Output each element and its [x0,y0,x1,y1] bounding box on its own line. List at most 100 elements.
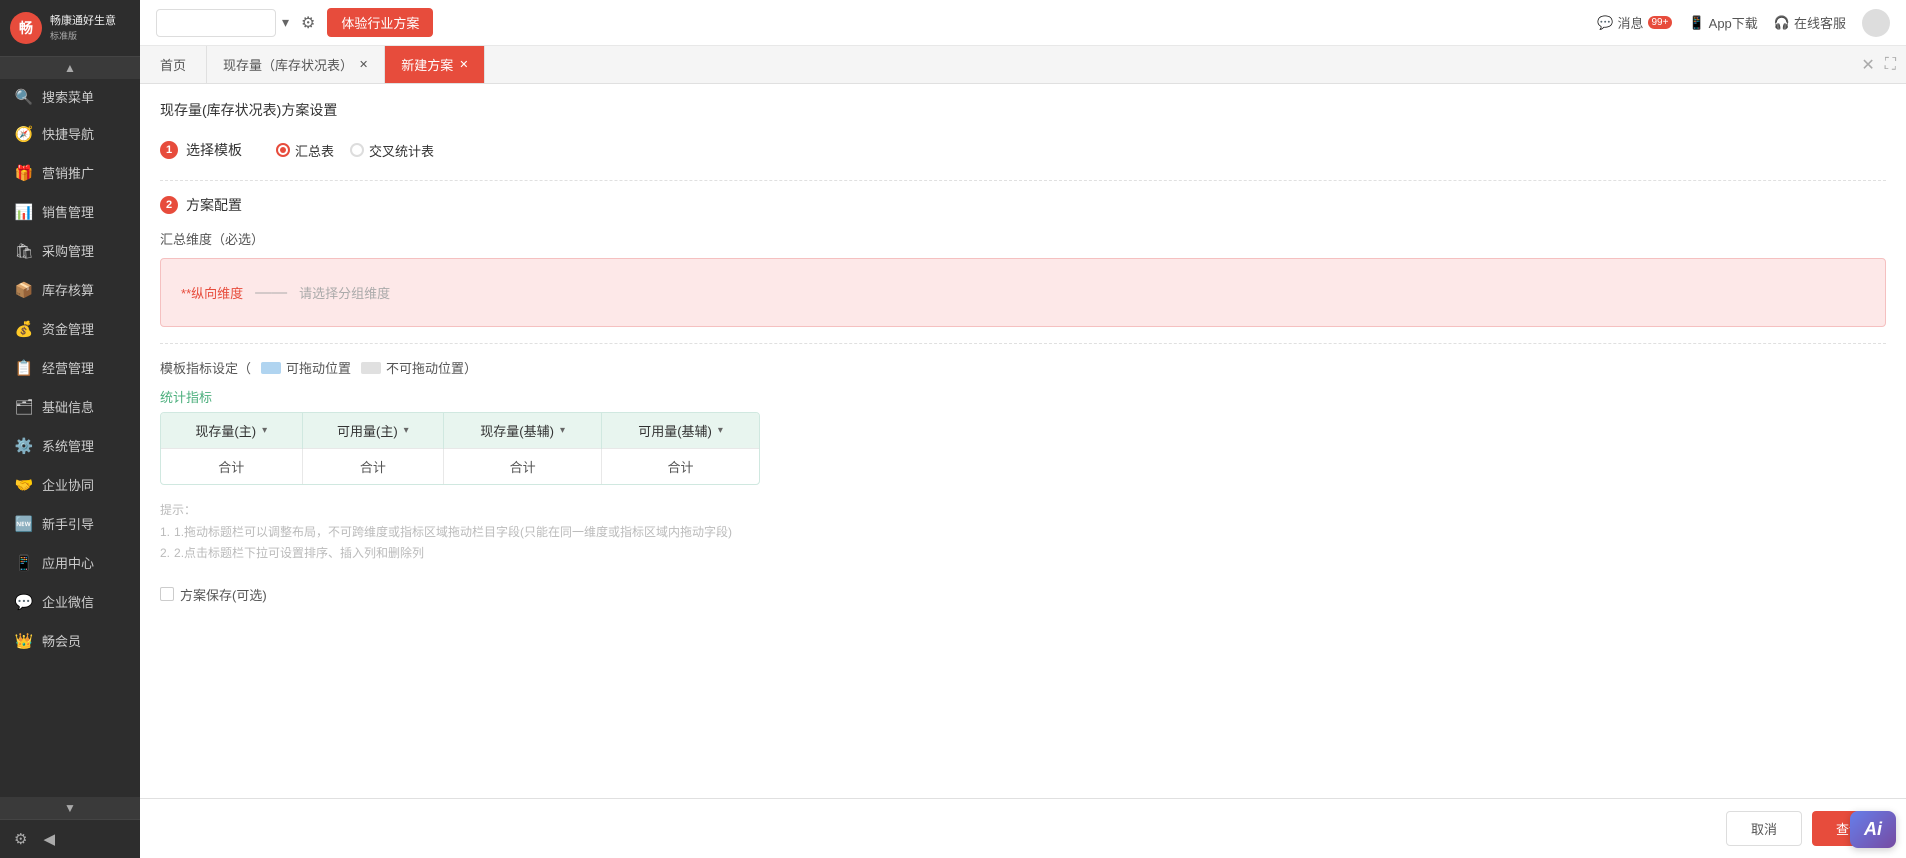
sidebar-item-system[interactable]: ⚙️ 系统管理 [0,426,140,465]
col-header-1[interactable]: 可用量(主) ▾ [302,413,444,449]
sidebar-item-wechat[interactable]: 💬 企业微信 [0,582,140,621]
panel-close-btn[interactable]: ✕ [1861,55,1874,75]
bottom-bar: 取消 查询 [140,798,1906,858]
header-dropdown-btn[interactable]: ▾ [282,14,289,31]
tab-new-plan[interactable]: 新建方案 ✕ [385,46,485,83]
sidebar-item-search[interactable]: 🔍 搜索菜单 [0,79,140,114]
legend-not-draggable-label: 不可拖动位置） [386,358,477,377]
legend-not-draggable: 不可拖动位置） [361,358,477,377]
sidebar-item-label: 快捷导航 [42,124,94,143]
sidebar-item-label: 营销推广 [42,163,94,182]
header-search-input[interactable] [156,9,276,37]
cell-0-1: 合计 [302,449,444,485]
sidebar-item-shortcut[interactable]: 🧭 快捷导航 [0,114,140,153]
save-checkbox[interactable] [160,587,174,601]
header-gear-btn[interactable]: ⚙ [301,13,315,33]
radio-cross-label: 交叉统计表 [369,141,434,160]
sidebar-item-label: 采购管理 [42,241,94,260]
table-row: 合计 合计 合计 合计 [161,449,759,485]
dimension-box[interactable]: **纵向维度 —— 请选择分组维度 [160,258,1886,327]
finance-icon: 💰 [14,320,34,338]
radio-summary[interactable]: 汇总表 [276,141,334,160]
shortcut-icon: 🧭 [14,125,34,143]
trial-btn[interactable]: 体验行业方案 [327,8,433,37]
main-area: ▾ ⚙ 体验行业方案 💬 消息 99+ 📱 App下载 🎧 在线客服 首页 [140,0,1906,858]
dimension-text: *纵向维度 [186,286,243,301]
section2-title: 方案配置 [186,195,242,215]
sidebar-item-enterprise[interactable]: 🤝 企业协同 [0,465,140,504]
tab-home[interactable]: 首页 [140,46,207,83]
legend-draggable: 可拖动位置 [261,358,351,377]
radio-cross[interactable]: 交叉统计表 [350,141,434,160]
stats-table-wrapper: 现存量(主) ▾ 可用量(主) ▾ [160,412,760,485]
dimension-placeholder: 请选择分组维度 [299,283,390,302]
cell-0-3: 合计 [602,449,759,485]
section-choose-template: 1 选择模板 汇总表 交叉统计表 [160,140,1886,160]
dimension-dash: —— [255,284,287,302]
col-dropdown-3[interactable]: ▾ [718,425,723,436]
inventory-icon: 📦 [14,281,34,299]
cancel-button[interactable]: 取消 [1726,811,1802,846]
radio-summary-circle [276,143,290,157]
sidebar-item-finance[interactable]: 💰 资金管理 [0,309,140,348]
avatar[interactable] [1862,9,1890,37]
stats-table-title: 统计指标 [160,387,1886,406]
sidebar-item-apps[interactable]: 📱 应用中心 [0,543,140,582]
col-label-3: 可用量(基辅) [638,421,712,440]
collapse-icon[interactable]: ◀ [43,830,55,848]
tab-new-plan-close[interactable]: ✕ [459,58,468,71]
search-icon: 🔍 [14,88,34,106]
msg-icon: 💬 [1597,15,1613,31]
vip-icon: 👑 [14,632,34,650]
panel-expand-btn[interactable]: ⛶ [1885,56,1896,74]
header-right: 💬 消息 99+ 📱 App下载 🎧 在线客服 [1597,9,1890,37]
online-support-label: 在线客服 [1794,13,1846,32]
tab-inventory-status[interactable]: 现存量（库存状况表） ✕ [207,46,385,83]
col-header-3[interactable]: 可用量(基辅) ▾ [602,413,759,449]
online-support-btn[interactable]: 🎧 在线客服 [1774,13,1846,32]
ai-badge[interactable]: Ai [1850,811,1896,848]
hint-section: 提示： 1.1.拖动标题栏可以调整布局，不可跨维度或指标区域拖动栏目字段(只能在… [160,500,1886,565]
indicator-settings-prefix: 模板指标设定（ [160,358,251,377]
app-download-btn[interactable]: 📱 App下载 [1688,13,1757,32]
system-icon: ⚙️ [14,437,34,455]
tab-bar: 首页 现存量（库存状况表） ✕ 新建方案 ✕ ✕ ⛶ [140,46,1906,84]
radio-cross-circle [350,143,364,157]
settings-icon[interactable]: ⚙ [14,830,27,848]
sidebar-item-marketing[interactable]: 🎁 营销推广 [0,153,140,192]
sidebar-scroll-up[interactable]: ▲ [0,57,140,79]
tab-inventory-status-label: 现存量（库存状况表） [223,55,353,74]
hint-label: 提示： [160,500,1886,522]
sidebar-item-newbie[interactable]: 🆕 新手引导 [0,504,140,543]
sidebar-item-label: 新手引导 [42,514,94,533]
sidebar-item-base[interactable]: 🗂 基础信息 [0,387,140,426]
sidebar-item-sales[interactable]: 📊 销售管理 [0,192,140,231]
sidebar-item-label: 企业协同 [42,475,94,494]
sales-icon: 📊 [14,203,34,221]
sidebar-item-label: 经营管理 [42,358,94,377]
headset-icon: 🎧 [1774,15,1790,31]
col-dropdown-1[interactable]: ▾ [404,425,409,436]
base-icon: 🗂 [14,398,34,416]
sidebar-item-purchase[interactable]: 🛍 采购管理 [0,231,140,270]
header-input-area: ▾ [156,9,289,37]
section1-title: 选择模板 [186,140,242,160]
col-header-0[interactable]: 现存量(主) ▾ [161,413,302,449]
top-header: ▾ ⚙ 体验行业方案 💬 消息 99+ 📱 App下载 🎧 在线客服 [140,0,1906,46]
msg-btn[interactable]: 💬 消息 99+ [1597,13,1672,32]
col-header-2[interactable]: 现存量(基辅) ▾ [444,413,602,449]
col-dropdown-0[interactable]: ▾ [262,425,267,436]
col-dropdown-2[interactable]: ▾ [560,425,565,436]
logo-icon: 畅 [10,12,42,44]
divider-1 [160,180,1886,181]
sidebar-item-vip[interactable]: 👑 畅会员 [0,621,140,660]
tab-inventory-status-close[interactable]: ✕ [359,58,368,71]
sidebar-scroll-down[interactable]: ▼ [0,797,140,819]
enterprise-icon: 🤝 [14,476,34,494]
sidebar-item-inventory[interactable]: 📦 库存核算 [0,270,140,309]
indicator-settings: 模板指标设定（ 可拖动位置 不可拖动位置） [160,358,1886,377]
sidebar-item-label: 销售管理 [42,202,94,221]
sidebar-item-operations[interactable]: 📋 经营管理 [0,348,140,387]
legend-color-draggable [261,362,281,374]
newbie-icon: 🆕 [14,515,34,533]
